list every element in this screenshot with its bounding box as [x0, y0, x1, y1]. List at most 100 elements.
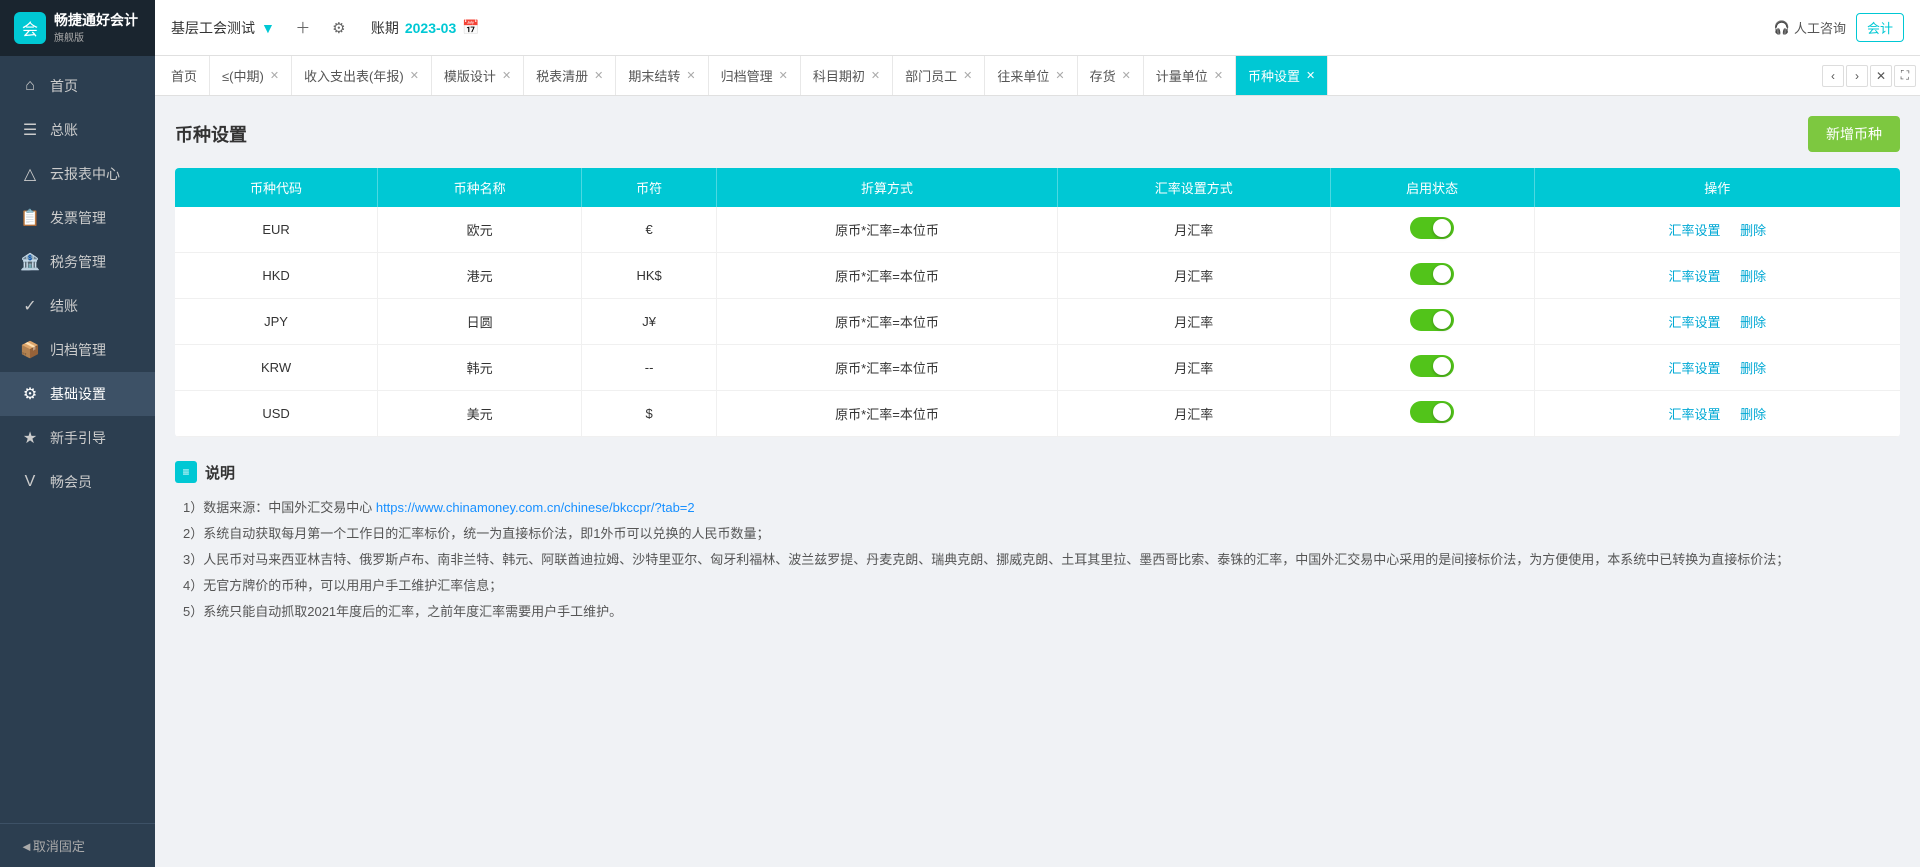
period-value: 2023-03 — [405, 20, 456, 36]
tab-dept-close[interactable]: ✕ — [963, 69, 972, 82]
sidebar-item-invoice[interactable]: 📋 发票管理 — [0, 196, 155, 240]
sidebar-item-reports[interactable]: △ 云报表中心 — [0, 152, 155, 196]
tab-inventory-label: 存货 — [1090, 66, 1116, 85]
tab-tax-close[interactable]: ✕ — [594, 69, 603, 82]
sidebar-label-close: 结账 — [50, 296, 78, 316]
tab-home[interactable]: 首页 — [159, 56, 210, 96]
tab-period-close[interactable]: 期末结转 ✕ — [616, 56, 708, 96]
tab-expand-btn[interactable]: ⛶ — [1894, 65, 1916, 87]
sidebar-item-guide[interactable]: ★ 新手引导 — [0, 416, 155, 460]
cell-symbol-2: J¥ — [582, 299, 717, 345]
sidebar-label-guide: 新手引导 — [50, 428, 106, 448]
cell-status-1 — [1330, 253, 1534, 299]
note-item-3: 3）人民币对马来西亚林吉特、俄罗斯卢布、南非兰特、韩元、阿联酋迪拉姆、沙特里亚尔… — [183, 547, 1900, 573]
sidebar-item-member[interactable]: V 畅会员 — [0, 460, 155, 504]
cell-rate-type-0: 月汇率 — [1057, 207, 1330, 253]
tab-archive[interactable]: 归档管理 ✕ — [709, 56, 801, 96]
tab-mid-close[interactable]: ✕ — [270, 69, 279, 82]
account-button[interactable]: 会计 — [1856, 13, 1904, 42]
currency-table: 币种代码 币种名称 币符 折算方式 汇率设置方式 启用状态 操作 EUR 欧元 … — [175, 168, 1900, 437]
tab-subjects-close[interactable]: ✕ — [871, 69, 880, 82]
company-selector[interactable]: 基层工会测试 ▼ — [171, 18, 275, 38]
tab-tax[interactable]: 税表清册 ✕ — [524, 56, 616, 96]
tab-units-close[interactable]: ✕ — [1214, 69, 1223, 82]
tab-close-all-btn[interactable]: ✕ — [1870, 65, 1892, 87]
tab-template[interactable]: 模版设计 ✕ — [432, 56, 524, 96]
sidebar-label-member: 畅会员 — [50, 472, 92, 492]
sidebar-item-archive[interactable]: 📦 归档管理 — [0, 328, 155, 372]
cell-symbol-4: $ — [582, 391, 717, 437]
cell-status-2 — [1330, 299, 1534, 345]
notes-header: ≡ 说明 — [175, 461, 1900, 483]
tabbar: 首页 ≤(中期) ✕ 收入支出表(年报) ✕ 模版设计 ✕ 税表清册 ✕ 期末结… — [155, 56, 1920, 96]
tab-clients-label: 往来单位 — [997, 66, 1049, 85]
delete-link-4[interactable]: 删除 — [1740, 407, 1766, 422]
tab-units[interactable]: 计量单位 ✕ — [1144, 56, 1236, 96]
sidebar-menu: ⌂ 首页 ☰ 总账 △ 云报表中心 📋 发票管理 🏦 税务管理 ✓ 结账 📦 归… — [0, 56, 155, 823]
delete-link-2[interactable]: 删除 — [1740, 315, 1766, 330]
tab-next-btn[interactable]: › — [1846, 65, 1868, 87]
toggle-3[interactable] — [1410, 355, 1454, 377]
invoice-icon: 📋 — [20, 208, 40, 228]
toggle-knob-0 — [1433, 219, 1451, 237]
dropdown-icon: ▼ — [261, 20, 275, 36]
tab-prev-btn[interactable]: ‹ — [1822, 65, 1844, 87]
cell-actions-1: 汇率设置 删除 — [1534, 253, 1900, 299]
sidebar-item-settings[interactable]: ⚙ 基础设置 — [0, 372, 155, 416]
delete-link-3[interactable]: 删除 — [1740, 361, 1766, 376]
tab-currency[interactable]: 币种设置 ✕ — [1236, 56, 1328, 96]
period-label: 账期 — [371, 18, 399, 38]
toggle-knob-4 — [1433, 403, 1451, 421]
rate-settings-link-4[interactable]: 汇率设置 — [1668, 407, 1720, 422]
company-name: 基层工会测试 — [171, 18, 255, 38]
support-button[interactable]: 🎧 人工咨询 — [1774, 18, 1846, 37]
tab-home-label: 首页 — [171, 66, 197, 85]
toggle-0[interactable] — [1410, 217, 1454, 239]
tab-income-close[interactable]: ✕ — [410, 69, 419, 82]
tab-inventory[interactable]: 存货 ✕ — [1078, 56, 1144, 96]
account-label: 会计 — [1867, 21, 1893, 36]
sidebar-item-ledger[interactable]: ☰ 总账 — [0, 108, 155, 152]
toggle-1[interactable] — [1410, 263, 1454, 285]
delete-link-1[interactable]: 删除 — [1740, 269, 1766, 284]
chinamoney-link[interactable]: https://www.chinamoney.com.cn/chinese/bk… — [376, 500, 695, 515]
cell-status-0 — [1330, 207, 1534, 253]
rate-settings-link-0[interactable]: 汇率设置 — [1668, 223, 1720, 238]
cell-rate-type-3: 月汇率 — [1057, 345, 1330, 391]
tab-subjects[interactable]: 科目期初 ✕ — [801, 56, 893, 96]
tab-mid-label: ≤(中期) — [222, 66, 264, 85]
sidebar-item-tax[interactable]: 🏦 税务管理 — [0, 240, 155, 284]
tab-dept[interactable]: 部门员工 ✕ — [893, 56, 985, 96]
toggle-knob-1 — [1433, 265, 1451, 283]
tab-income[interactable]: 收入支出表(年报) ✕ — [292, 56, 432, 96]
settings-btn[interactable]: ⚙ — [325, 14, 353, 42]
col-name: 币种名称 — [378, 168, 582, 207]
tab-clients[interactable]: 往来单位 ✕ — [985, 56, 1077, 96]
sidebar-pin-toggle[interactable]: ◄取消固定 — [0, 823, 155, 867]
table-header-row: 币种代码 币种名称 币符 折算方式 汇率设置方式 启用状态 操作 — [175, 168, 1900, 207]
tab-period-close-close[interactable]: ✕ — [686, 69, 695, 82]
home-icon: ⌂ — [20, 77, 40, 95]
tab-clients-close[interactable]: ✕ — [1055, 69, 1064, 82]
rate-settings-link-3[interactable]: 汇率设置 — [1668, 361, 1720, 376]
add-company-btn[interactable]: ＋ — [289, 14, 317, 42]
toggle-4[interactable] — [1410, 401, 1454, 423]
cell-code-4: USD — [175, 391, 378, 437]
delete-link-0[interactable]: 删除 — [1740, 223, 1766, 238]
sidebar-item-home[interactable]: ⌂ 首页 — [0, 64, 155, 108]
tab-template-close[interactable]: ✕ — [502, 69, 511, 82]
sidebar-item-close[interactable]: ✓ 结账 — [0, 284, 155, 328]
rate-settings-link-2[interactable]: 汇率设置 — [1668, 315, 1720, 330]
tab-archive-close[interactable]: ✕ — [779, 69, 788, 82]
app-logo: 会 畅捷通好会计 旗舰版 — [0, 0, 155, 56]
calendar-icon[interactable]: 📅 — [462, 19, 479, 36]
tab-income-label: 收入支出表(年报) — [304, 66, 404, 85]
toggle-2[interactable] — [1410, 309, 1454, 331]
table-row: EUR 欧元 € 原币*汇率=本位币 月汇率 汇率设置 删除 — [175, 207, 1900, 253]
rate-settings-link-1[interactable]: 汇率设置 — [1668, 269, 1720, 284]
tab-currency-close[interactable]: ✕ — [1306, 69, 1315, 82]
new-currency-button[interactable]: 新增币种 — [1808, 116, 1900, 152]
tab-mid[interactable]: ≤(中期) ✕ — [210, 56, 292, 96]
tab-inventory-close[interactable]: ✕ — [1122, 69, 1131, 82]
guide-icon: ★ — [20, 428, 40, 448]
